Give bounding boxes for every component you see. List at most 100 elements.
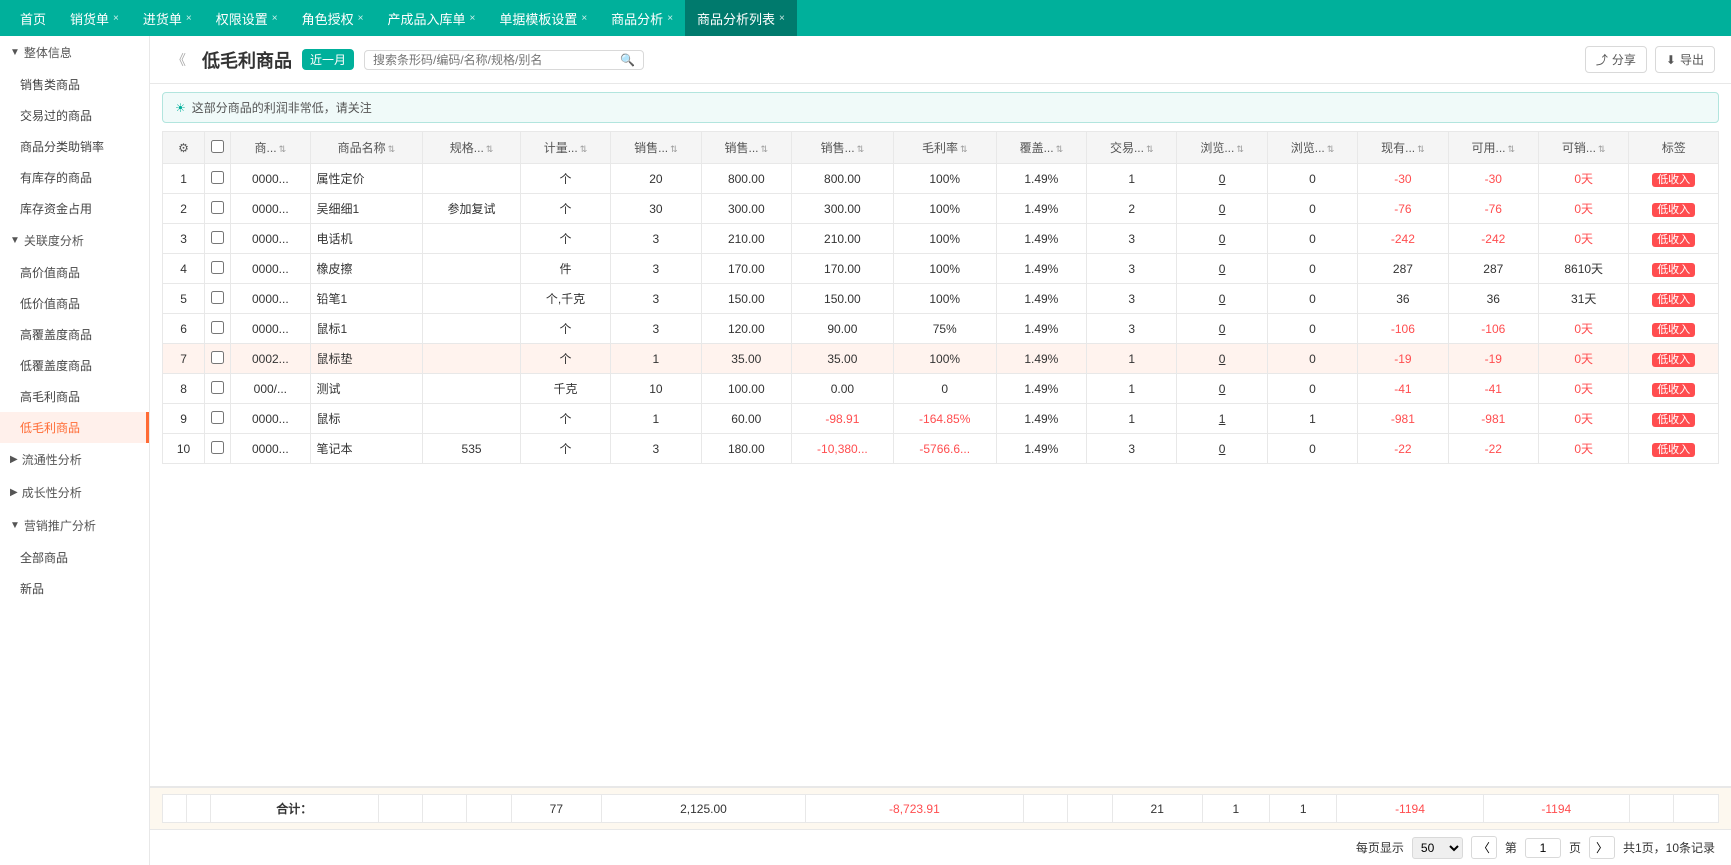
col-settings[interactable]: ⚙	[163, 132, 205, 164]
sidebar-item-all-goods[interactable]: 全部商品	[0, 542, 149, 573]
nav-close-product-analysis-list[interactable]: ×	[779, 13, 785, 24]
view1-link[interactable]: 0	[1219, 352, 1226, 366]
row-name: 吴细细1	[310, 194, 423, 224]
sidebar-item-high-value[interactable]: 高价值商品	[0, 257, 149, 288]
nav-close-product-analysis[interactable]: ×	[667, 13, 673, 24]
row-margin: 100%	[893, 284, 996, 314]
col-coverage[interactable]: 覆盖...⇅	[996, 132, 1086, 164]
row-select-checkbox[interactable]	[211, 201, 224, 214]
filter-tag-recent-month[interactable]: 近一月	[302, 49, 354, 70]
row-select-checkbox[interactable]	[211, 171, 224, 184]
sidebar-item-low-coverage[interactable]: 低覆盖度商品	[0, 350, 149, 381]
row-no: 2	[163, 194, 205, 224]
sidebar-group-relevance[interactable]: ▼ 关联度分析	[0, 224, 149, 257]
nav-close-product-entry[interactable]: ×	[469, 13, 475, 24]
sidebar-group-marketing[interactable]: ▼ 营销推广分析	[0, 509, 149, 542]
sidebar-item-low-margin[interactable]: 低毛利商品	[0, 412, 149, 443]
nav-close-template-settings[interactable]: ×	[581, 13, 587, 24]
row-select-checkbox[interactable]	[211, 411, 224, 424]
page-number-input[interactable]	[1525, 838, 1561, 858]
row-select-checkbox[interactable]	[211, 351, 224, 364]
col-name[interactable]: 商品名称⇅	[310, 132, 423, 164]
row-select-checkbox[interactable]	[211, 441, 224, 454]
row-tag: 低收入	[1629, 374, 1719, 404]
row-select-checkbox[interactable]	[211, 321, 224, 334]
sidebar-group-liquidity[interactable]: ▶ 流通性分析	[0, 443, 149, 476]
row-margin: 100%	[893, 344, 996, 374]
search-icon[interactable]: 🔍	[620, 53, 635, 67]
export-button[interactable]: ⬇ 导出	[1655, 46, 1715, 73]
col-spec[interactable]: 规格...⇅	[423, 132, 521, 164]
sidebar-item-low-value[interactable]: 低价值商品	[0, 288, 149, 319]
footer-sellable	[1629, 795, 1673, 823]
collapse-sidebar-button[interactable]: 《	[166, 50, 192, 70]
nav-template-settings[interactable]: 单据模板设置 ×	[487, 0, 599, 36]
sidebar-item-in-stock[interactable]: 有库存的商品	[0, 162, 149, 193]
col-sale-amount[interactable]: 销售...⇅	[791, 132, 893, 164]
col-sale-price[interactable]: 销售...⇅	[701, 132, 791, 164]
row-coverage: 1.49%	[996, 404, 1086, 434]
prev-page-button[interactable]: 〈	[1471, 836, 1497, 859]
nav-product-analysis[interactable]: 商品分析 ×	[599, 0, 685, 36]
nav-home[interactable]: 首页	[8, 0, 58, 36]
nav-close-permissions[interactable]: ×	[272, 13, 278, 24]
row-select-checkbox[interactable]	[211, 291, 224, 304]
sidebar-item-traded-goods[interactable]: 交易过的商品	[0, 100, 149, 131]
row-code: 000/...	[231, 374, 310, 404]
col-trade[interactable]: 交易...⇅	[1087, 132, 1177, 164]
table-row: 9 0000... 鼠标 个 1 60.00 -98.91 -164.85% 1…	[163, 404, 1719, 434]
col-sellable[interactable]: 可销...⇅	[1539, 132, 1629, 164]
row-select-checkbox[interactable]	[211, 261, 224, 274]
select-all-checkbox[interactable]	[211, 140, 224, 153]
nav-product-analysis-list[interactable]: 商品分析列表 ×	[685, 0, 797, 36]
sidebar-item-category-rate[interactable]: 商品分类助销率	[0, 131, 149, 162]
view1-link[interactable]: 0	[1219, 172, 1226, 186]
nav-close-purchase-order[interactable]: ×	[186, 13, 192, 24]
footer-margin	[1023, 795, 1067, 823]
next-page-button[interactable]: 〉	[1589, 836, 1615, 859]
view1-link[interactable]: 0	[1219, 202, 1226, 216]
view1-link[interactable]: 1	[1219, 412, 1226, 426]
sidebar-item-stock-capital[interactable]: 库存资金占用	[0, 193, 149, 224]
row-usable: -242	[1448, 224, 1538, 254]
nav-permissions[interactable]: 权限设置 ×	[204, 0, 290, 36]
sidebar: ▼ 整体信息 销售类商品 交易过的商品 商品分类助销率 有库存的商品 库存资金占…	[0, 36, 150, 865]
sidebar-item-high-coverage[interactable]: 高覆盖度商品	[0, 319, 149, 350]
nav-close-sales-order[interactable]: ×	[113, 13, 119, 24]
col-view1[interactable]: 浏览...⇅	[1177, 132, 1267, 164]
sidebar-item-sales-goods[interactable]: 销售类商品	[0, 69, 149, 100]
col-unit[interactable]: 计量...⇅	[520, 132, 610, 164]
col-code[interactable]: 商...⇅	[231, 132, 310, 164]
sidebar-group-growth[interactable]: ▶ 成长性分析	[0, 476, 149, 509]
view1-link[interactable]: 0	[1219, 382, 1226, 396]
search-input[interactable]	[373, 53, 616, 67]
view1-link[interactable]: 0	[1219, 232, 1226, 246]
col-current[interactable]: 现有...⇅	[1358, 132, 1448, 164]
nav-role-auth[interactable]: 角色授权 ×	[290, 0, 376, 36]
nav-product-entry[interactable]: 产成品入库单 ×	[375, 0, 487, 36]
nav-purchase-order[interactable]: 进货单 ×	[131, 0, 204, 36]
nav-sales-order[interactable]: 销货单 ×	[58, 0, 131, 36]
view1-link[interactable]: 0	[1219, 292, 1226, 306]
view1-link[interactable]: 0	[1219, 442, 1226, 456]
view1-link[interactable]: 0	[1219, 322, 1226, 336]
row-unit: 个	[520, 194, 610, 224]
col-margin[interactable]: 毛利率⇅	[893, 132, 996, 164]
share-button[interactable]: ⤴ 分享	[1585, 46, 1647, 73]
row-select-checkbox[interactable]	[211, 381, 224, 394]
row-margin: 100%	[893, 194, 996, 224]
nav-close-role-auth[interactable]: ×	[358, 13, 364, 24]
col-sale-qty[interactable]: 销售...⇅	[611, 132, 701, 164]
sidebar-item-high-margin[interactable]: 高毛利商品	[0, 381, 149, 412]
row-select-checkbox[interactable]	[211, 231, 224, 244]
view1-link[interactable]: 0	[1219, 262, 1226, 276]
row-usable: -981	[1448, 404, 1538, 434]
per-page-select[interactable]: 50 100 200	[1412, 837, 1463, 859]
col-usable[interactable]: 可用...⇅	[1448, 132, 1538, 164]
sidebar-item-new-goods[interactable]: 新品	[0, 573, 149, 604]
row-trade: 3	[1087, 284, 1177, 314]
table-wrapper: ⚙ 商...⇅ 商品名称⇅ 规格...⇅ 计量...⇅ 销售...⇅ 销售...…	[150, 131, 1731, 786]
row-view2: 0	[1267, 194, 1357, 224]
col-view2[interactable]: 浏览...⇅	[1267, 132, 1357, 164]
sidebar-group-overall[interactable]: ▼ 整体信息	[0, 36, 149, 69]
